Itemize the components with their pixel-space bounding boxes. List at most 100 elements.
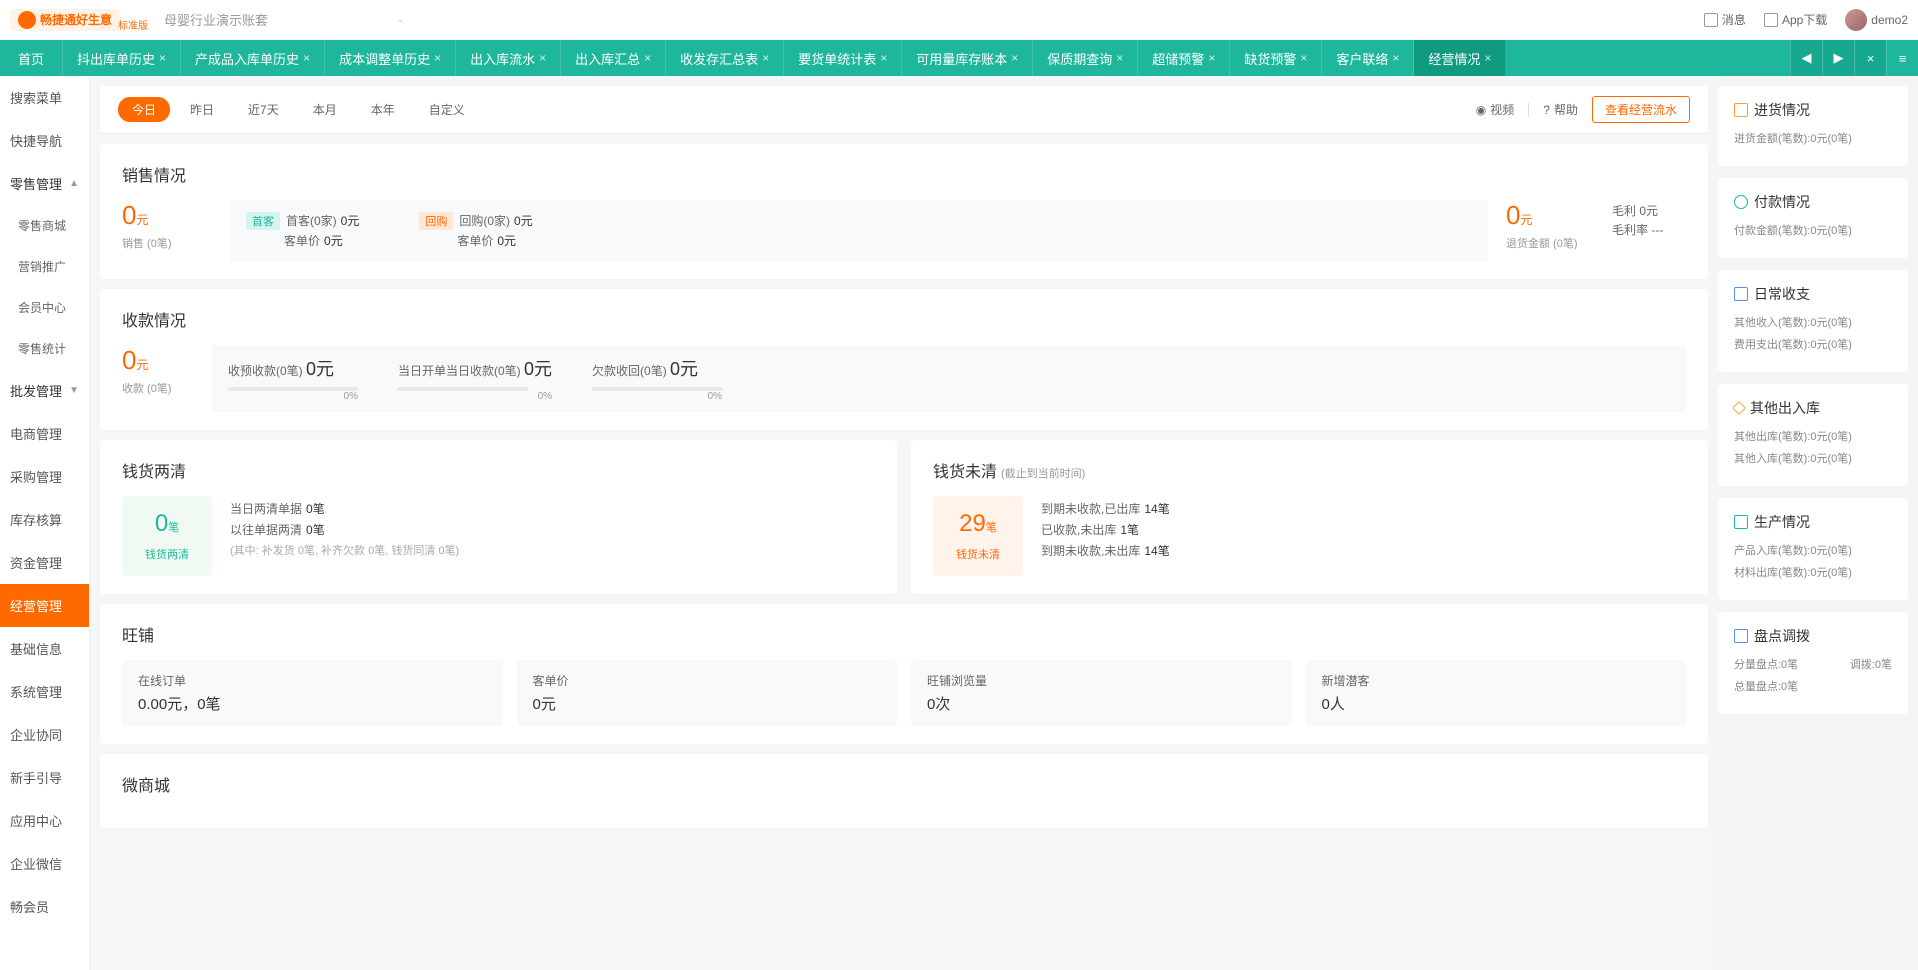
- range-7d[interactable]: 近7天: [234, 97, 293, 122]
- range-custom[interactable]: 自定义: [415, 97, 479, 122]
- collect-sameday: 当日开单当日收款(0笔) 0元 0%: [398, 355, 552, 402]
- close-icon[interactable]: ×: [303, 51, 310, 65]
- sidebar-funds[interactable]: 资金管理: [0, 541, 89, 584]
- edition-label: 标准版: [118, 17, 148, 32]
- settle-unclear-title: 钱货未清(截止到当前时间): [933, 458, 1686, 482]
- collect-debt: 欠款收回(0笔) 0元 0%: [592, 355, 722, 402]
- range-today[interactable]: 今日: [118, 97, 170, 122]
- collection-breakdown: 收预收款(0笔) 0元 0% 当日开单当日收款(0笔) 0元 0% 欠款收回(0…: [212, 345, 1686, 412]
- tabs-next[interactable]: ▶: [1822, 40, 1854, 76]
- sidebar-retail-promo[interactable]: 营销推广: [0, 246, 89, 287]
- sidebar-appcenter[interactable]: 应用中心: [0, 799, 89, 842]
- tabs-close-all[interactable]: ×: [1854, 40, 1886, 76]
- sidebar-purchase[interactable]: 采购管理: [0, 455, 89, 498]
- sidebar-wholesale[interactable]: 批发管理▼: [0, 369, 89, 412]
- tab-9[interactable]: 保质期查询×: [1033, 40, 1138, 76]
- rp-daily: 日常收支 其他收入(笔数):0元(0笔) 费用支出(笔数):0元(0笔): [1718, 270, 1908, 372]
- tab-8[interactable]: 可用量库存账本×: [902, 40, 1033, 76]
- first-customer-col: 首客首客(0家)0元 客单价0元: [246, 210, 359, 251]
- tab-11[interactable]: 缺货预警×: [1230, 40, 1322, 76]
- sidebar-guide[interactable]: 新手引导: [0, 756, 89, 799]
- tab-4[interactable]: 出入库流水×: [456, 40, 561, 76]
- settle-unclear-card: 钱货未清(截止到当前时间) 29笔 钱货未清 到期未收款,已出库14笔 已收款,…: [911, 440, 1708, 594]
- sidebar-business[interactable]: 经营管理: [0, 584, 89, 627]
- micromall-card: 微商城: [100, 754, 1708, 828]
- close-icon[interactable]: ×: [1392, 51, 1399, 65]
- sidebar-search[interactable]: 搜索菜单: [0, 76, 89, 119]
- sidebar-quicknav[interactable]: 快捷导航: [0, 119, 89, 162]
- collection-card: 收款情况 0元 收款 (0笔) 收预收款(0笔) 0元 0% 当日开单当日收款(…: [100, 289, 1708, 430]
- rp-inventory: 盘点调拨 分量盘点:0笔调拨:0笔 总量盘点:0笔: [1718, 612, 1908, 714]
- tab-6[interactable]: 收发存汇总表×: [666, 40, 784, 76]
- app-download-link[interactable]: App下载: [1764, 11, 1827, 28]
- close-icon[interactable]: ×: [1300, 51, 1307, 65]
- sidebar-collab[interactable]: 企业协同: [0, 713, 89, 756]
- cart-icon: [1734, 103, 1748, 117]
- user-menu[interactable]: demo2: [1845, 9, 1908, 31]
- tab-7[interactable]: 要货单统计表×: [784, 40, 902, 76]
- sales-refund-profit: 0元 退货金额 (0笔) 毛利 0元 毛利率 ---: [1506, 200, 1686, 261]
- chevron-up-icon: ▲: [69, 178, 79, 189]
- sidebar-inventory[interactable]: 库存核算: [0, 498, 89, 541]
- close-icon[interactable]: ×: [1208, 51, 1215, 65]
- messages-link[interactable]: 消息: [1704, 11, 1746, 28]
- sales-card: 销售情况 0元 销售 (0笔) 首客首客(0家)0元 客单价0元 回购回购(0家…: [100, 144, 1708, 279]
- sales-total: 0元 销售 (0笔): [122, 200, 212, 261]
- sidebar-ecommerce[interactable]: 电商管理: [0, 412, 89, 455]
- shop-title: 旺铺: [122, 622, 1686, 646]
- sidebar-basicinfo[interactable]: 基础信息: [0, 627, 89, 670]
- inventory-icon: [1734, 629, 1748, 643]
- close-icon[interactable]: ×: [762, 51, 769, 65]
- account-selector[interactable]: 母婴行业演示账套 ⌄: [164, 10, 1704, 29]
- tab-12[interactable]: 客户联络×: [1322, 40, 1414, 76]
- topbar: 畅捷通好生意 标准版 母婴行业演示账套 ⌄ 消息 App下载 demo2: [0, 0, 1918, 40]
- sidebar-retail-stats[interactable]: 零售统计: [0, 328, 89, 369]
- date-range-bar: 今日 昨日 近7天 本月 本年 自定义 ◉ 视频 ? 帮助 查看经营流水: [100, 86, 1708, 134]
- chevron-down-icon: ⌄: [396, 14, 404, 25]
- help-link[interactable]: ? 帮助: [1543, 101, 1578, 118]
- tab-5[interactable]: 出入库汇总×: [561, 40, 666, 76]
- sidebar: 搜索菜单 快捷导航 零售管理▲ 零售商城 营销推广 会员中心 零售统计 批发管理…: [0, 76, 90, 970]
- tab-10[interactable]: 超储预警×: [1138, 40, 1230, 76]
- close-icon[interactable]: ×: [539, 51, 546, 65]
- tab-3[interactable]: 成本调整单历史×: [325, 40, 456, 76]
- shop-avg: 客单价0元: [517, 660, 898, 726]
- close-icon[interactable]: ×: [644, 51, 651, 65]
- video-link[interactable]: ◉ 视频: [1476, 101, 1515, 118]
- micromall-title: 微商城: [122, 772, 1686, 796]
- sidebar-member[interactable]: 畅会员: [0, 885, 89, 928]
- close-icon[interactable]: ×: [880, 51, 887, 65]
- sidebar-retail-member[interactable]: 会员中心: [0, 287, 89, 328]
- range-yesterday[interactable]: 昨日: [176, 97, 228, 122]
- chevron-down-icon: ▼: [69, 385, 79, 396]
- collect-prepay: 收预收款(0笔) 0元 0%: [228, 355, 358, 402]
- refund-total: 0元 退货金额 (0笔): [1506, 200, 1596, 251]
- layout: 搜索菜单 快捷导航 零售管理▲ 零售商城 营销推广 会员中心 零售统计 批发管理…: [0, 76, 1918, 970]
- tab-home[interactable]: 首页: [0, 40, 63, 76]
- tabs-prev[interactable]: ◀: [1790, 40, 1822, 76]
- close-icon[interactable]: ×: [1116, 51, 1123, 65]
- settle-unclear-big: 29笔 钱货未清: [933, 496, 1023, 576]
- message-icon: [1704, 13, 1718, 27]
- payment-icon: [1734, 195, 1748, 209]
- view-flow-button[interactable]: 查看经营流水: [1592, 96, 1690, 123]
- tab-1[interactable]: 抖出库单历史×: [63, 40, 181, 76]
- right-panel: 进货情况 进货金额(笔数):0元(0笔) 付款情况 付款金额(笔数):0元(0笔…: [1718, 76, 1918, 970]
- close-icon[interactable]: ×: [159, 51, 166, 65]
- sidebar-system[interactable]: 系统管理: [0, 670, 89, 713]
- close-icon[interactable]: ×: [434, 51, 441, 65]
- sidebar-wechat[interactable]: 企业微信: [0, 842, 89, 885]
- tab-13[interactable]: 经营情况×: [1414, 40, 1506, 76]
- sidebar-retail[interactable]: 零售管理▲: [0, 162, 89, 205]
- range-year[interactable]: 本年: [357, 97, 409, 122]
- close-icon[interactable]: ×: [1011, 51, 1018, 65]
- brand-icon: [18, 11, 36, 29]
- shop-orders: 在线订单0.00元，0笔: [122, 660, 503, 726]
- brand-name: 畅捷通好生意: [40, 11, 112, 28]
- range-month[interactable]: 本月: [299, 97, 351, 122]
- sidebar-retail-mall[interactable]: 零售商城: [0, 205, 89, 246]
- settle-clear-title: 钱货两清: [122, 458, 875, 482]
- close-icon[interactable]: ×: [1484, 51, 1491, 65]
- tab-2[interactable]: 产成品入库单历史×: [181, 40, 325, 76]
- tabs-menu[interactable]: ≡: [1886, 40, 1918, 76]
